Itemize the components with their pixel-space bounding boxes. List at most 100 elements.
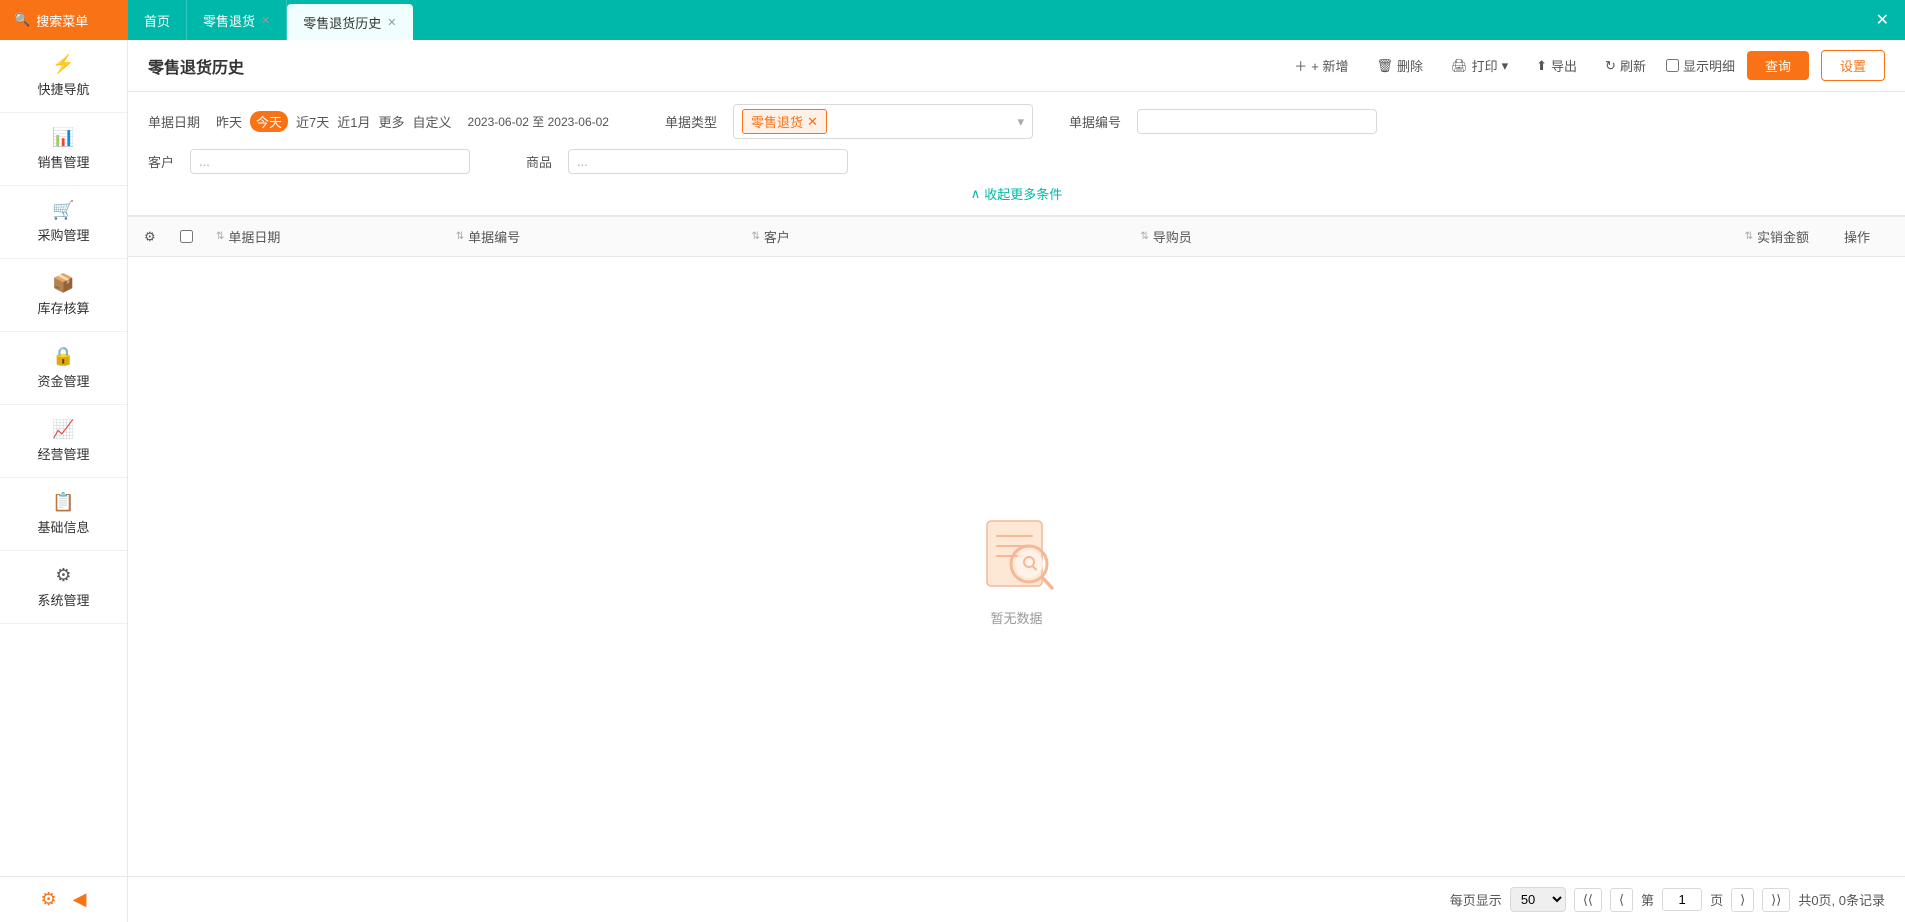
sidebar: ⚡ 快捷导航 📊 销售管理 🛒 采购管理 📦 库存核算 🔒 资金管理 📈 经营管…	[0, 40, 128, 922]
page-size-select[interactable]: 20 50 100	[1510, 887, 1566, 912]
date-opt-yesterday[interactable]: 昨天	[216, 112, 242, 131]
tab-retail-return-close[interactable]: ✕	[261, 14, 270, 27]
bill-type-select[interactable]: 零售退货 ✕ ▾	[733, 104, 1033, 139]
collapse-button[interactable]: ∧ 收起更多条件	[148, 184, 1885, 203]
bill-no-input[interactable]	[1137, 109, 1377, 134]
sidebar-item-inventory-label: 库存核算	[37, 298, 89, 317]
bill-no-label: 单据编号	[1069, 112, 1121, 131]
tab-retail-return-history-close[interactable]: ✕	[387, 16, 396, 29]
date-options: 昨天 今天 近7天 近1月 更多 自定义	[216, 111, 452, 132]
search-area[interactable]: 🔍 搜索菜单	[0, 0, 128, 40]
table-header: ⚙ ⇅ 单据日期 ⇅ 单据编号 ⇅ 客户 ⇅	[128, 216, 1905, 257]
th-billno-label: 单据编号	[468, 227, 520, 246]
sidebar-settings-icon[interactable]: ⚙	[41, 889, 57, 910]
print-icon: 🖨	[1451, 58, 1468, 74]
new-icon: ＋	[1294, 56, 1307, 75]
date-opt-custom[interactable]: 自定义	[413, 112, 452, 131]
operation-icon: 📈	[52, 419, 74, 440]
sidebar-item-system[interactable]: ⚙ 系统管理	[0, 551, 127, 624]
bill-type-tag: 零售退货 ✕	[742, 109, 827, 134]
last-page-button[interactable]: ⟩⟩	[1762, 888, 1790, 912]
filter-area: 单据日期 昨天 今天 近7天 近1月 更多 自定义 2023-06-02 至 2…	[128, 92, 1905, 216]
setting-button[interactable]: 设置	[1821, 50, 1885, 81]
th-checkbox[interactable]	[172, 220, 208, 253]
print-button[interactable]: 🖨 打印 ▾	[1443, 52, 1516, 79]
sidebar-collapse-icon[interactable]: ◀	[73, 889, 87, 910]
search-label: 搜索菜单	[36, 11, 88, 30]
prev-page-button[interactable]: ⟨	[1610, 888, 1633, 912]
collapse-icon: ∧	[971, 186, 981, 202]
query-button[interactable]: 查询	[1747, 51, 1809, 80]
system-icon: ⚙	[55, 565, 71, 586]
date-opt-more[interactable]: 更多	[379, 112, 405, 131]
refresh-button[interactable]: ↻ 刷新	[1597, 52, 1654, 79]
display-detail-text: 显示明细	[1683, 56, 1735, 75]
bill-type-tag-text: 零售退货	[751, 112, 803, 131]
sidebar-item-system-label: 系统管理	[37, 590, 89, 609]
sidebar-item-purchase[interactable]: 🛒 采购管理	[0, 186, 127, 259]
sidebar-item-finance[interactable]: 🔒 资金管理	[0, 332, 127, 405]
filter-row-1: 单据日期 昨天 今天 近7天 近1月 更多 自定义 2023-06-02 至 2…	[148, 104, 1885, 139]
product-filter-label: 商品	[526, 152, 552, 171]
th-billno-sort-icon: ⇅	[456, 231, 464, 242]
new-button[interactable]: ＋ + 新增	[1286, 52, 1356, 79]
delete-button[interactable]: 🗑 删除	[1369, 52, 1432, 79]
th-settings[interactable]: ⚙	[136, 219, 172, 255]
sidebar-item-purchase-label: 采购管理	[37, 225, 89, 244]
sidebar-item-basic-info-label: 基础信息	[37, 517, 89, 536]
tab-retail-return-label: 零售退货	[203, 11, 255, 30]
date-opt-today[interactable]: 今天	[250, 111, 288, 132]
page-size-label: 每页显示	[1450, 890, 1502, 909]
first-page-button[interactable]: ⟨⟨	[1574, 888, 1602, 912]
top-bar: 🔍 搜索菜单 首页 零售退货 ✕ 零售退货历史 ✕ ✕	[0, 0, 1905, 40]
total-info: 共0页, 0条记录	[1798, 890, 1885, 909]
quick-nav-icon: ⚡	[52, 54, 74, 75]
sidebar-item-operation[interactable]: 📈 经营管理	[0, 405, 127, 478]
search-icon: 🔍	[14, 12, 30, 28]
sidebar-item-inventory[interactable]: 📦 库存核算	[0, 259, 127, 332]
next-page-button[interactable]: ⟩	[1731, 888, 1754, 912]
empty-illustration	[967, 506, 1067, 596]
select-all-checkbox[interactable]	[180, 230, 193, 243]
tab-home-label: 首页	[144, 11, 170, 30]
export-button[interactable]: ⬆ 导出	[1528, 52, 1585, 79]
page-number-input[interactable]	[1662, 888, 1702, 911]
date-opt-last7[interactable]: 近7天	[296, 112, 329, 131]
date-filter-label: 单据日期	[148, 112, 200, 131]
tab-retail-return-history[interactable]: 零售退货历史 ✕	[287, 4, 413, 40]
th-date-label: 单据日期	[228, 227, 280, 246]
date-opt-last-month[interactable]: 近1月	[337, 112, 370, 131]
th-customer[interactable]: ⇅ 客户	[743, 217, 1132, 256]
product-input[interactable]: ...	[568, 149, 848, 174]
sidebar-item-quick-nav[interactable]: ⚡ 快捷导航	[0, 40, 127, 113]
header-actions: ＋ + 新增 🗑 删除 🖨 打印 ▾ ⬆ 导出 ↻	[1286, 50, 1885, 81]
tabs: 首页 零售退货 ✕ 零售退货历史 ✕	[128, 0, 413, 40]
th-guide[interactable]: ⇅ 导购员	[1132, 217, 1428, 256]
th-ops: 操作	[1817, 217, 1897, 256]
tab-home[interactable]: 首页	[128, 0, 187, 40]
th-guide-sort-icon: ⇅	[1140, 231, 1148, 242]
main-layout: ⚡ 快捷导航 📊 销售管理 🛒 采购管理 📦 库存核算 🔒 资金管理 📈 经营管…	[0, 40, 1905, 922]
print-dropdown-icon: ▾	[1502, 58, 1509, 74]
bill-type-tag-remove[interactable]: ✕	[807, 114, 818, 130]
sidebar-item-sales[interactable]: 📊 销售管理	[0, 113, 127, 186]
sidebar-item-operation-label: 经营管理	[37, 444, 89, 463]
table-area: ⚙ ⇅ 单据日期 ⇅ 单据编号 ⇅ 客户 ⇅	[128, 216, 1905, 876]
refresh-icon: ↻	[1605, 58, 1616, 74]
th-date[interactable]: ⇅ 单据日期	[208, 217, 448, 256]
tab-retail-return[interactable]: 零售退货 ✕	[187, 0, 287, 40]
th-amount[interactable]: ⇅ 实销金额	[1615, 217, 1817, 256]
th-amount-label: 实销金额	[1757, 227, 1809, 246]
sales-icon: 📊	[52, 127, 74, 148]
filter-row-2: 客户 ... 商品 ...	[148, 149, 1885, 174]
display-detail-checkbox[interactable]	[1666, 59, 1679, 72]
th-billno[interactable]: ⇅ 单据编号	[448, 217, 744, 256]
sidebar-item-basic-info[interactable]: 📋 基础信息	[0, 478, 127, 551]
customer-input[interactable]: ...	[190, 149, 470, 174]
window-close-button[interactable]: ✕	[1860, 10, 1905, 30]
th-guide-label: 导购员	[1153, 227, 1192, 246]
date-range-value: 2023-06-02 至 2023-06-02	[468, 113, 609, 130]
sidebar-item-finance-label: 资金管理	[37, 371, 89, 390]
pagination: 每页显示 20 50 100 ⟨⟨ ⟨ 第 页 ⟩ ⟩⟩ 共0页, 0条记录	[128, 876, 1905, 922]
content-area: 零售退货历史 ＋ + 新增 🗑 删除 🖨 打印 ▾ ⬆ 导出	[128, 40, 1905, 922]
